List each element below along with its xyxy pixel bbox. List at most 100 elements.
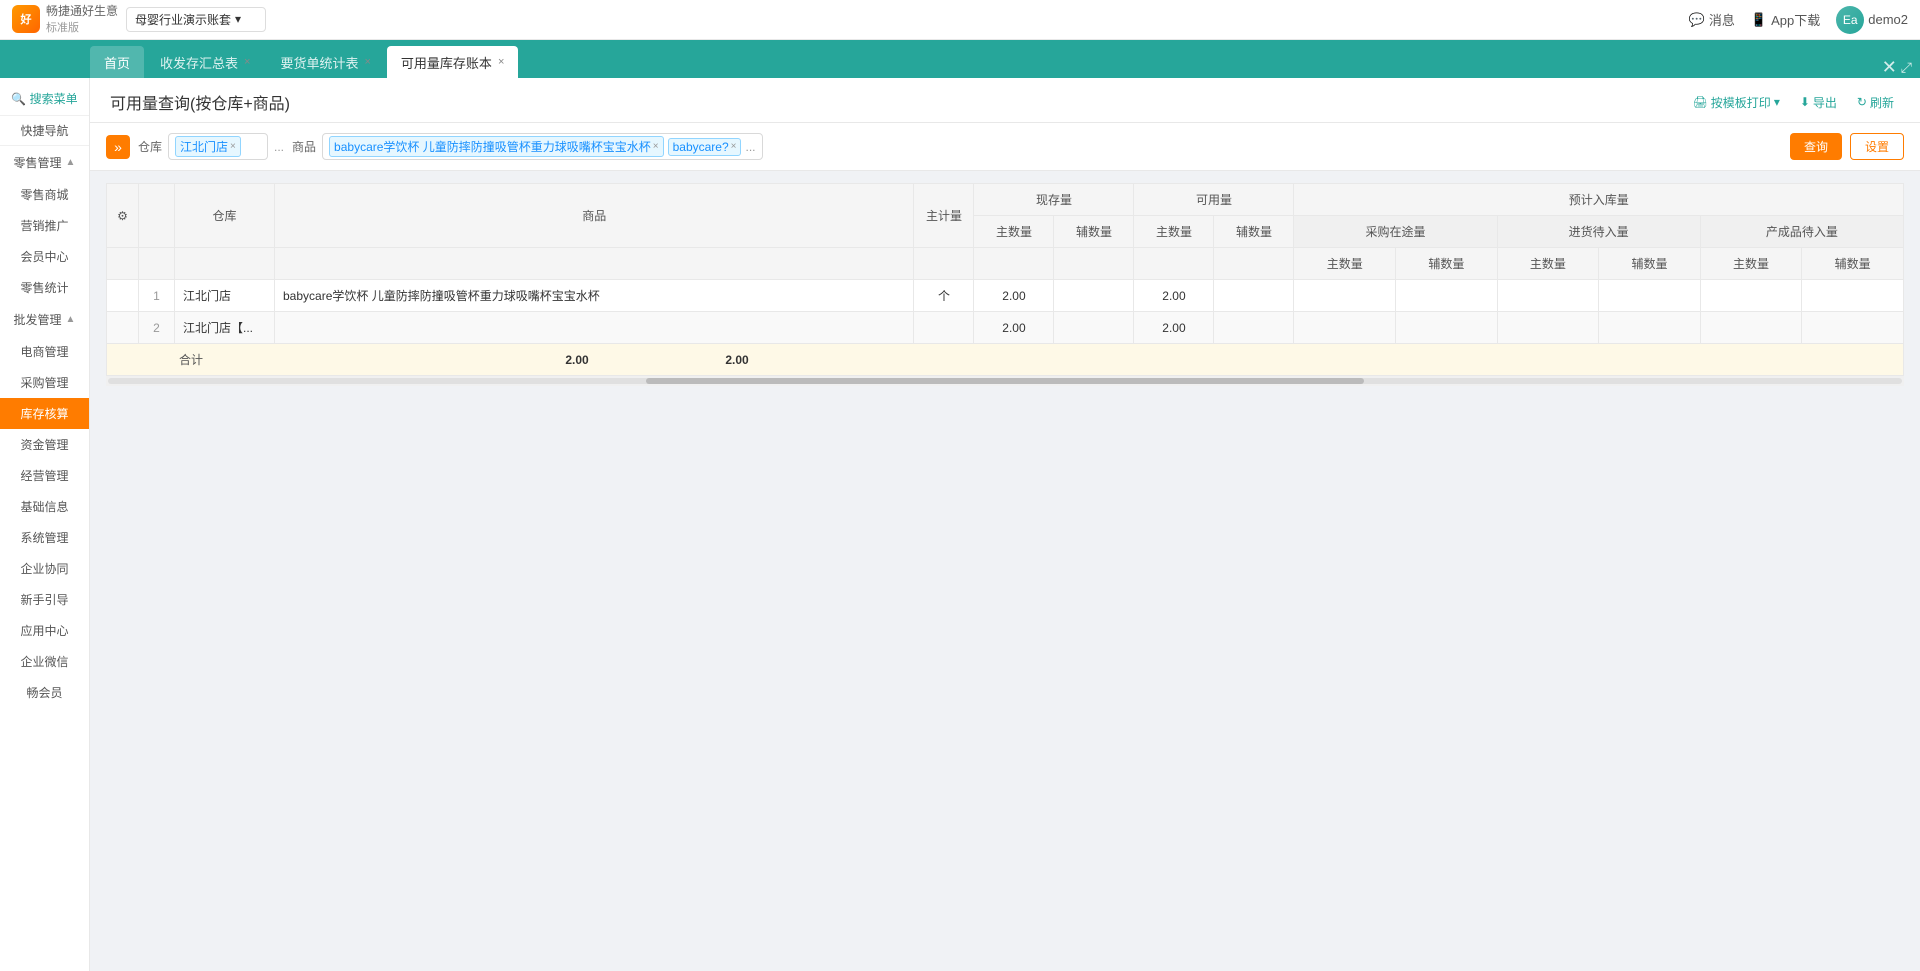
th-sub-empty4 [275, 248, 914, 280]
search-icon: 🔍 [11, 92, 26, 106]
table-scroll-container[interactable]: ⚙ 仓库 商品 主计量 现存量 可用量 预计入库量 主数量 辅数量 [106, 183, 1904, 344]
sidebar-item-retail-mall[interactable]: 零售商城 [0, 179, 89, 210]
app-download-btn[interactable]: 📱 App下载 [1751, 10, 1820, 29]
th-production-main: 主数量 [1700, 248, 1802, 280]
th-index [139, 184, 175, 248]
logo-area: 好 畅捷通好生意 标准版 [12, 4, 118, 34]
td-product-g1 [275, 312, 914, 344]
print-btn[interactable]: 🖨 按模板打印 ▾ [1687, 91, 1786, 114]
sidebar-item-purchase[interactable]: 采购管理 [0, 367, 89, 398]
sidebar-item-marketing[interactable]: 营销推广 [0, 210, 89, 241]
sidebar-item-wechat[interactable]: 企业微信 [0, 646, 89, 677]
sidebar-retail-label: 零售管理 [14, 154, 62, 171]
sidebar-item-finance[interactable]: 资金管理 [0, 429, 89, 460]
td-index-1: 1 [139, 280, 175, 312]
main-layout: 🔍 搜索菜单 快捷导航 零售管理 ▲ 零售商城 营销推广 会员中心 零售统计 [0, 78, 1920, 971]
warehouse-ellipsis[interactable]: ... [274, 140, 284, 154]
top-bar: 好 畅捷通好生意 标准版 母婴行业演示账套 ▾ 💬 消息 📱 App下载 Ea … [0, 0, 1920, 40]
th-available-aux: 辅数量 [1214, 216, 1294, 248]
logo-icon: 好 [12, 5, 40, 33]
sidebar-ecommerce-label: 电商管理 [20, 345, 68, 359]
warehouse-tag-area[interactable]: 江北门店 × [168, 133, 268, 160]
sidebar-item-operations[interactable]: 经营管理 [0, 460, 89, 491]
sidebar-item-enterprise[interactable]: 企业协同 [0, 553, 89, 584]
bottom-scrollbar[interactable] [106, 376, 1904, 386]
footer-available-main: 2.00 [697, 353, 777, 367]
tab-order-stats[interactable]: 要货单统计表 × [266, 46, 384, 78]
th-sub-empty1 [107, 248, 139, 280]
export-icon: ⬇ [1800, 95, 1810, 109]
sidebar-item-ecommerce[interactable]: 电商管理 [0, 336, 89, 367]
tab-available-stock-close[interactable]: × [498, 56, 504, 68]
sidebar-item-member2[interactable]: 畅会员 [0, 677, 89, 708]
close-all-icon: ✕ [1882, 57, 1897, 78]
th-current-stock-group: 现存量 [974, 184, 1134, 216]
tab-available-stock[interactable]: 可用量库存账本 × [387, 46, 518, 78]
th-sub-empty3 [175, 248, 275, 280]
th-sub-empty7 [1054, 248, 1134, 280]
product-filter-group: 商品 babycare学饮杯 儿童防摔防撞吸管杯重力球吸嘴杯宝宝水杯 × bab… [292, 133, 762, 160]
sidebar-item-newbie[interactable]: 新手引导 [0, 584, 89, 615]
sidebar-retail-header[interactable]: 零售管理 ▲ [0, 146, 89, 179]
product-tag-area[interactable]: babycare学饮杯 儿童防摔防撞吸管杯重力球吸嘴杯宝宝水杯 × babyca… [322, 133, 762, 160]
th-warehouse: 仓库 [175, 184, 275, 248]
th-planned-inbound-group: 预计入库量 [1294, 184, 1904, 216]
th-unit: 主计量 [914, 184, 974, 248]
warehouse-tag-close[interactable]: × [230, 141, 236, 152]
tab-home-label: 首页 [104, 53, 130, 72]
quick-nav-label: 快捷导航 [20, 124, 68, 138]
sidebar-enterprise-label: 企业协同 [20, 562, 68, 576]
td-available-main-g1: 2.00 [1134, 312, 1214, 344]
th-gear: ⚙ [107, 184, 139, 248]
tab-home[interactable]: 首页 [90, 46, 144, 78]
sidebar-item-retail-stats[interactable]: 零售统计 [0, 272, 89, 303]
filter-bar: » 仓库 江北门店 × ... 商品 babycare学饮杯 儿童防摔防撞吸管杯… [90, 123, 1920, 171]
industry-select[interactable]: 母婴行业演示账套 ▾ [126, 7, 266, 32]
user-area[interactable]: Ea demo2 [1836, 6, 1908, 34]
sidebar-item-member[interactable]: 会员中心 [0, 241, 89, 272]
tab-order-stats-close[interactable]: × [364, 56, 370, 68]
refresh-btn[interactable]: ↻ 刷新 [1851, 91, 1900, 114]
filter-expand-btn[interactable]: » [106, 135, 130, 159]
data-table: ⚙ 仓库 商品 主计量 现存量 可用量 预计入库量 主数量 辅数量 [106, 183, 1904, 344]
td-current-aux-1 [1054, 280, 1134, 312]
tab-order-stats-label: 要货单统计表 [280, 53, 358, 72]
sidebar-item-app-center[interactable]: 应用中心 [0, 615, 89, 646]
sidebar-item-inventory[interactable]: 库存核算 [0, 398, 89, 429]
print-label: 按模板打印 [1711, 94, 1771, 111]
tab-stock-summary[interactable]: 收发存汇总表 × [146, 46, 264, 78]
logo-text: 畅捷通好生意 [46, 4, 118, 18]
table-area: ⚙ 仓库 商品 主计量 现存量 可用量 预计入库量 主数量 辅数量 [90, 171, 1920, 971]
query-button[interactable]: 查询 [1790, 133, 1842, 160]
retail-arrow-icon: ▲ [66, 157, 76, 168]
nav-close-all[interactable]: ✕ ⤢ [1882, 57, 1912, 78]
username: demo2 [1868, 12, 1908, 27]
table-footer: 合计 2.00 2.00 [106, 344, 1904, 376]
warehouse-filter-label: 仓库 [138, 138, 162, 155]
content-area: 可用量查询(按仓库+商品) 🖨 按模板打印 ▾ ⬇ 导出 ↻ 刷新 [90, 78, 1920, 971]
export-btn[interactable]: ⬇ 导出 [1794, 91, 1843, 114]
tab-stock-summary-close[interactable]: × [244, 56, 250, 68]
message-btn[interactable]: 💬 消息 [1689, 10, 1735, 29]
app-label: App下载 [1771, 10, 1820, 29]
tab-available-stock-label: 可用量库存账本 [401, 53, 492, 72]
chevron-down-icon: ▾ [235, 12, 241, 26]
sidebar-basic-info-label: 基础信息 [20, 500, 68, 514]
product-tag-1-close[interactable]: × [653, 141, 659, 152]
td-available-aux-1 [1214, 280, 1294, 312]
settings-button[interactable]: 设置 [1850, 133, 1904, 160]
warehouse-tag-1: 江北门店 × [175, 136, 241, 157]
avatar-text: Ea [1843, 13, 1858, 27]
th-sub-empty5 [914, 248, 974, 280]
td-purchase-main-g1 [1294, 312, 1396, 344]
product-tag-text-1: babycare学饮杯 儿童防摔防撞吸管杯重力球吸嘴杯宝宝水杯 [334, 138, 651, 155]
sidebar-search[interactable]: 🔍 搜索菜单 [0, 82, 89, 116]
scrollbar-thumb[interactable] [646, 378, 1364, 384]
sidebar-item-basic-info[interactable]: 基础信息 [0, 491, 89, 522]
product-tag-2-close[interactable]: × [731, 141, 737, 152]
sidebar-operations-label: 经营管理 [20, 469, 68, 483]
sidebar-item-system[interactable]: 系统管理 [0, 522, 89, 553]
th-sub-empty8 [1134, 248, 1214, 280]
sidebar-quick-nav[interactable]: 快捷导航 [0, 116, 89, 146]
sidebar-wholesale-header[interactable]: 批发管理 ▲ [0, 303, 89, 336]
